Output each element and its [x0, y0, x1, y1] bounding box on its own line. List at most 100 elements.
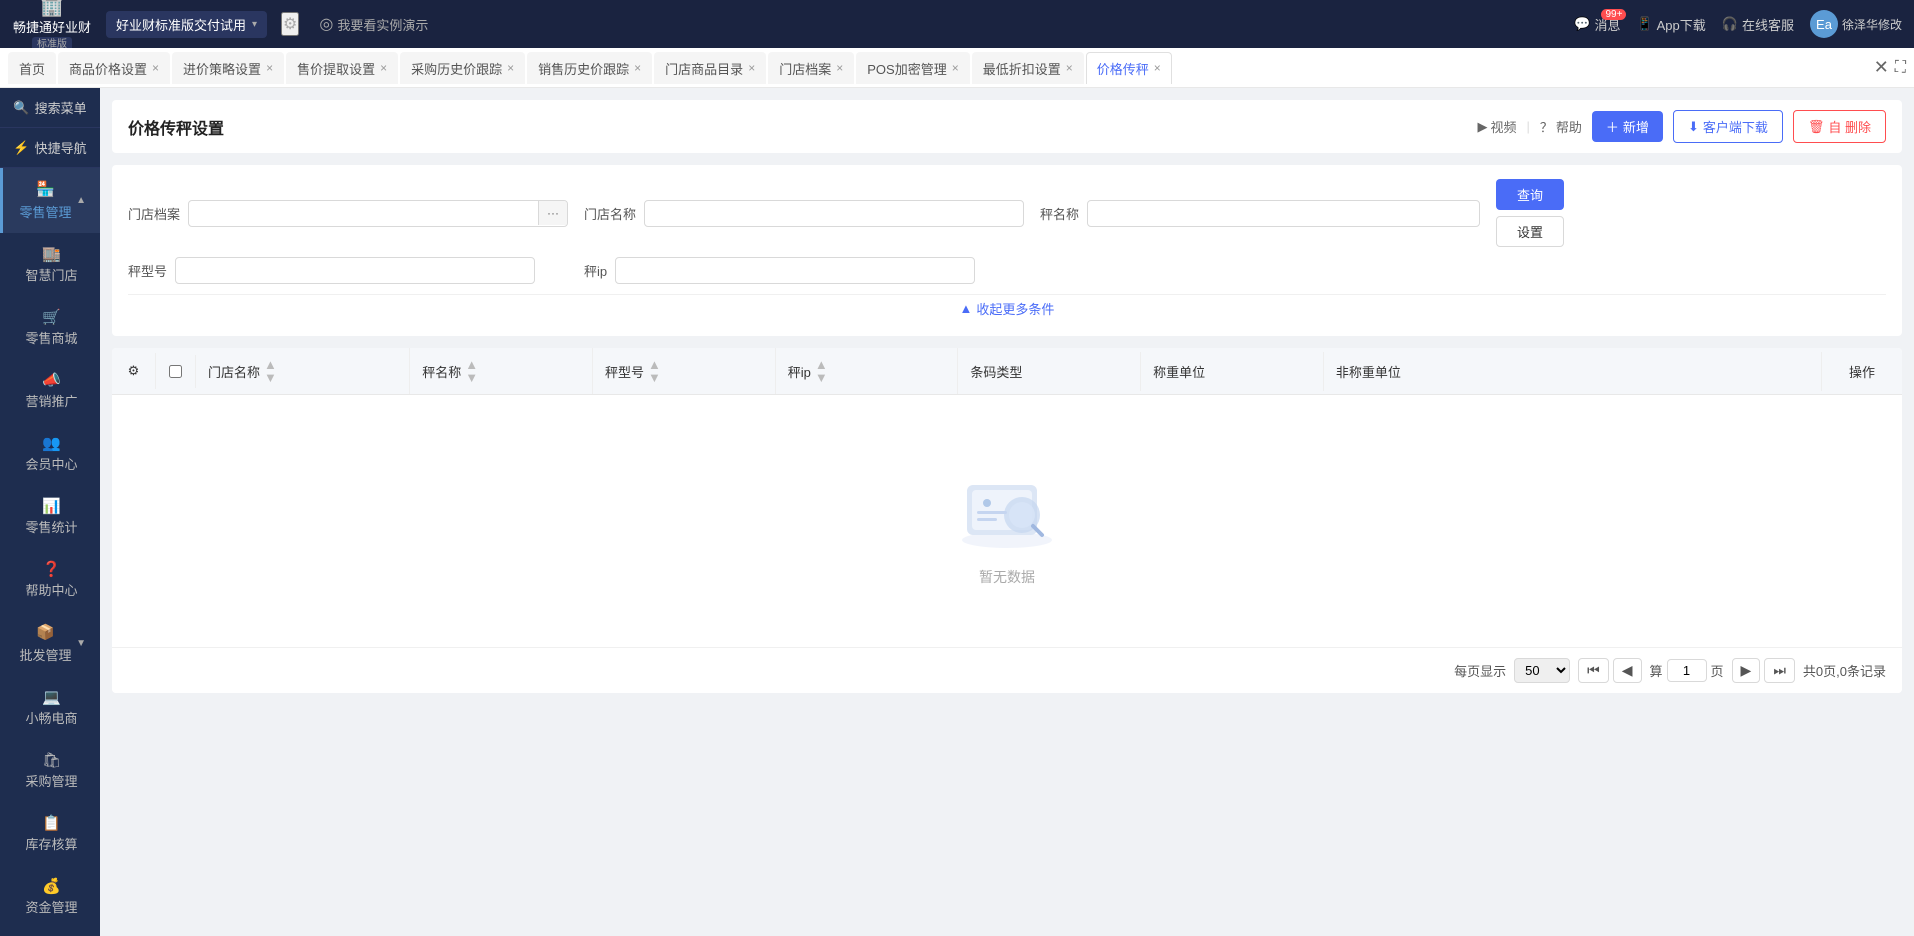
- store-profile-more-btn[interactable]: ···: [538, 201, 567, 225]
- sort-ip-icon[interactable]: ▲▼: [815, 358, 828, 384]
- last-page-btn[interactable]: ⏭: [1764, 658, 1795, 683]
- sidebar-item-wholesale-mgmt[interactable]: 📦 批发管理 ▼: [0, 611, 100, 676]
- tab-pos-management[interactable]: POS加密管理 ×: [856, 52, 969, 84]
- tab-store-profile[interactable]: 门店档案 ×: [768, 52, 854, 84]
- store-name-input[interactable]: [644, 200, 1024, 227]
- video-icon: ▶: [1477, 119, 1487, 135]
- sidebar-item-inventory-label: 库存核算: [25, 834, 77, 853]
- tab-home[interactable]: 首页: [8, 52, 56, 84]
- prev-page-btn[interactable]: ◀: [1613, 658, 1642, 683]
- demo-link[interactable]: ◎ 我要看实例演示: [319, 14, 428, 34]
- sidebar-item-retail-stats[interactable]: 📊 零售统计: [0, 485, 100, 548]
- tab-min-discount[interactable]: 最低折扣设置 ×: [972, 52, 1084, 84]
- th-checkbox[interactable]: [156, 355, 196, 388]
- tab-price-scale-close[interactable]: ×: [1154, 61, 1161, 75]
- tab-store-catalog-close[interactable]: ×: [748, 61, 755, 75]
- chevron-up-icon: ▲: [76, 195, 86, 206]
- download-button[interactable]: ⬇ 客户端下载: [1673, 110, 1783, 143]
- online-service-btn[interactable]: 🎧 在线客服: [1722, 15, 1794, 34]
- close-tab-btn[interactable]: ✕: [1874, 57, 1889, 78]
- app-selector-label: 好业财标准版交付试用: [116, 15, 246, 34]
- collapse-btn[interactable]: ▲ 收起更多条件: [128, 294, 1886, 322]
- tab-sale-history[interactable]: 销售历史价跟踪 ×: [527, 52, 652, 84]
- tab-min-discount-close[interactable]: ×: [1066, 61, 1073, 75]
- avatar: Ea: [1810, 10, 1838, 38]
- th-settings[interactable]: ⚙: [112, 353, 156, 389]
- sort-store-icon[interactable]: ▲▼: [264, 358, 277, 384]
- messages-btn[interactable]: 💬 消息 99+: [1574, 15, 1620, 34]
- first-page-btn[interactable]: ⏮: [1578, 658, 1609, 683]
- query-button[interactable]: 查询: [1496, 179, 1564, 210]
- store-name-label: 门店名称: [584, 204, 636, 223]
- tab-sale-price[interactable]: 售价提取设置 ×: [286, 52, 398, 84]
- next-page-btn[interactable]: ▶: [1732, 658, 1761, 683]
- th-scale-name-label: 秤名称: [422, 362, 461, 381]
- sort-scale-name-icon[interactable]: ▲▼: [465, 358, 478, 384]
- page-input[interactable]: [1667, 659, 1707, 682]
- sidebar-search[interactable]: 🔍 搜索菜单: [0, 88, 100, 128]
- tab-price-scale[interactable]: 价格传秤 ×: [1086, 52, 1172, 84]
- settings-filter-button[interactable]: 设置: [1496, 216, 1564, 247]
- app-download-label: App下载: [1657, 15, 1706, 34]
- tab-product-price-label: 商品价格设置: [69, 59, 147, 78]
- sidebar-item-marketing[interactable]: 📣 营销推广: [0, 359, 100, 422]
- scale-name-input[interactable]: [1087, 200, 1480, 227]
- tab-product-price-close[interactable]: ×: [152, 61, 159, 75]
- xiaochang-icon: 💻: [42, 688, 61, 706]
- sidebar-item-finance[interactable]: 💰 资金管理: [0, 865, 100, 928]
- tab-product-price[interactable]: 商品价格设置 ×: [58, 52, 170, 84]
- tab-price-scale-label: 价格传秤: [1097, 59, 1149, 78]
- tab-purchase-history-close[interactable]: ×: [507, 61, 514, 75]
- sidebar-item-help-center[interactable]: ❓ 帮助中心: [0, 548, 100, 611]
- plus-icon: ＋: [1606, 117, 1619, 136]
- scale-ip-input[interactable]: [615, 257, 975, 284]
- help-circle-icon: ？: [1540, 117, 1553, 136]
- help-label: 帮助: [1556, 117, 1582, 136]
- settings-icon-btn[interactable]: ⚙: [281, 12, 299, 36]
- tab-purchase-strategy-close[interactable]: ×: [266, 61, 273, 75]
- sidebar-item-member-label: 会员中心: [25, 454, 77, 473]
- demo-circle-icon: ◎: [319, 14, 333, 34]
- th-store-name: 门店名称 ▲▼: [196, 348, 410, 394]
- tabs-bar-actions: ✕ ⛶: [1874, 57, 1906, 78]
- sidebar-item-general-ledger[interactable]: 📒 总账管理: [0, 928, 100, 936]
- sidebar-item-xiaochang[interactable]: 💻 小畅电商: [0, 676, 100, 739]
- store-profile-input[interactable]: [189, 201, 538, 226]
- video-link[interactable]: ▶ 视频: [1477, 117, 1516, 136]
- tab-sale-price-close[interactable]: ×: [380, 61, 387, 75]
- tab-purchase-history[interactable]: 采购历史价跟踪 ×: [400, 52, 525, 84]
- user-profile-btn[interactable]: Ea 徐泽华修改: [1810, 10, 1902, 38]
- marketing-icon: 📣: [42, 371, 61, 389]
- app-selector[interactable]: 好业财标准版交付试用 ▾: [106, 11, 267, 38]
- finance-icon: 💰: [42, 877, 61, 895]
- sidebar-item-purchase-mgmt[interactable]: 🛍 采购管理: [0, 739, 100, 802]
- tab-store-catalog[interactable]: 门店商品目录 ×: [654, 52, 766, 84]
- filter-store-profile: 门店档案 ···: [128, 200, 568, 227]
- sidebar-item-purchase-label: 采购管理: [25, 771, 77, 790]
- per-page-select[interactable]: 10 20 50 100: [1514, 658, 1570, 683]
- page-unit: 页: [1711, 661, 1724, 680]
- help-link[interactable]: ？ 帮助: [1540, 117, 1582, 136]
- chevron-down-icon: ▾: [252, 19, 257, 30]
- sidebar-item-member-center[interactable]: 👥 会员中心: [0, 422, 100, 485]
- sidebar-quick-nav[interactable]: ⚡ 快捷导航: [0, 128, 100, 168]
- add-button[interactable]: ＋ 新增: [1592, 111, 1663, 142]
- app-download-btn[interactable]: 📱 App下载: [1636, 15, 1705, 34]
- delete-button[interactable]: 🗑 自 删除: [1793, 110, 1886, 143]
- select-all-checkbox[interactable]: [169, 365, 182, 378]
- fullscreen-btn[interactable]: ⛶: [1895, 59, 1906, 77]
- scale-ip-label: 秤ip: [584, 261, 607, 280]
- sidebar-item-retail-mall[interactable]: 🛒 零售商城: [0, 296, 100, 359]
- tab-purchase-strategy[interactable]: 进价策略设置 ×: [172, 52, 284, 84]
- sidebar-item-smart-store[interactable]: 🏬 智慧门店: [0, 233, 100, 296]
- th-weight-unit: 称重单位: [1141, 352, 1324, 391]
- scale-model-input[interactable]: [175, 257, 535, 284]
- tab-sale-history-close[interactable]: ×: [634, 61, 641, 75]
- sidebar-item-retail-mgmt[interactable]: 🏪 零售管理 ▲: [0, 168, 100, 233]
- tab-store-profile-close[interactable]: ×: [836, 61, 843, 75]
- tab-pos-management-close[interactable]: ×: [952, 61, 959, 75]
- sort-model-icon[interactable]: ▲▼: [648, 358, 661, 384]
- top-bar-right: 💬 消息 99+ 📱 App下载 🎧 在线客服 Ea 徐泽华修改: [1574, 10, 1902, 38]
- online-service-label: 在线客服: [1742, 15, 1794, 34]
- sidebar-item-inventory[interactable]: 📋 库存核算: [0, 802, 100, 865]
